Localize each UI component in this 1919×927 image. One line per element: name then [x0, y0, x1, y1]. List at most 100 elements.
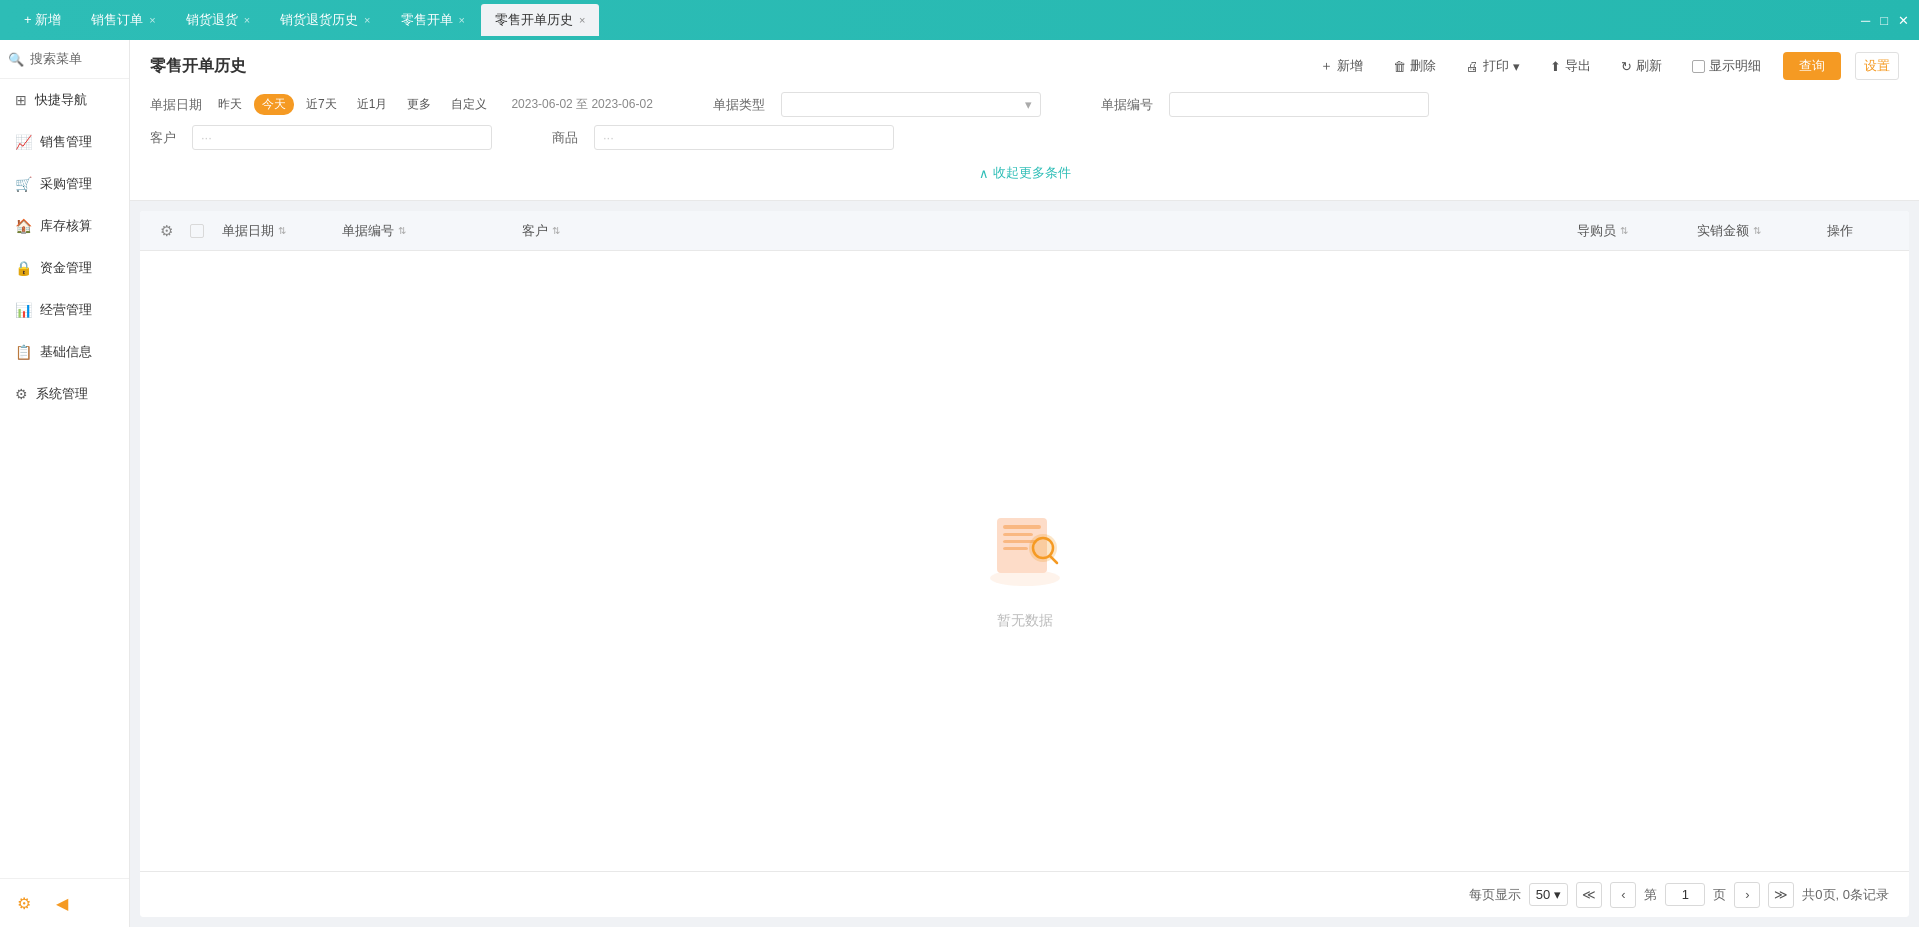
- tab-home[interactable]: + 新增: [10, 4, 75, 36]
- th-customer[interactable]: 客户 ⇅: [514, 222, 1569, 240]
- refresh-icon: ↻: [1621, 59, 1632, 74]
- th-guide[interactable]: 导购员 ⇅: [1569, 222, 1689, 240]
- collapse-up-icon: ∧: [979, 166, 989, 181]
- date-opt-more[interactable]: 更多: [399, 94, 439, 115]
- product-dots: ···: [603, 130, 614, 145]
- sidebar-item-finance[interactable]: 🔒 资金管理: [0, 247, 129, 289]
- th-amount[interactable]: 实销金额 ⇅: [1689, 222, 1819, 240]
- th-action: 操作: [1819, 222, 1899, 240]
- filter-docnumber-item: 单据编号: [1101, 92, 1429, 117]
- sidebar: 🔍 搜索菜单 ⊞ 快捷导航 📈 销售管理 🛒 采购管理 🏠 库存核算 🔒 资金管…: [0, 40, 130, 927]
- date-opt-7days[interactable]: 近7天: [298, 94, 345, 115]
- page-input[interactable]: [1665, 883, 1705, 906]
- tab-retail-bill-history-close[interactable]: ×: [579, 14, 585, 26]
- next-page-btn[interactable]: ›: [1734, 882, 1760, 908]
- sidebar-item-quick-nav[interactable]: ⊞ 快捷导航: [0, 79, 129, 121]
- tab-retail-bill-close[interactable]: ×: [459, 14, 465, 26]
- tab-sales-order-label: 销售订单: [91, 11, 143, 29]
- export-icon: ⬆: [1550, 59, 1561, 74]
- tab-sales-order[interactable]: 销售订单 ×: [77, 4, 169, 36]
- last-page-btn[interactable]: ≫: [1768, 882, 1794, 908]
- date-opt-yesterday[interactable]: 昨天: [210, 94, 250, 115]
- sidebar-item-inventory-label: 库存核算: [40, 217, 92, 235]
- th-customer-sort-icon: ⇅: [552, 225, 560, 236]
- doctype-select[interactable]: ▾: [781, 92, 1041, 117]
- display-label: 显示明细: [1709, 57, 1761, 75]
- tab-retail-bill[interactable]: 零售开单 ×: [387, 4, 479, 36]
- date-filter-label: 单据日期: [150, 96, 202, 114]
- search-icon: 🔍: [8, 52, 24, 67]
- th-customer-label: 客户: [522, 222, 548, 240]
- export-button[interactable]: ⬆ 导出: [1542, 53, 1599, 79]
- table-settings-icon[interactable]: ⚙: [158, 217, 174, 245]
- display-checkbox[interactable]: [1692, 60, 1705, 73]
- print-button[interactable]: 🖨 打印 ▾: [1458, 53, 1528, 79]
- pagination: 每页显示 50 ▾ ≪ ‹ 第 页 › ≫: [140, 871, 1909, 917]
- date-opt-today[interactable]: 今天: [254, 94, 294, 115]
- customer-select[interactable]: ···: [192, 125, 492, 150]
- add-button[interactable]: ＋ 新增: [1312, 53, 1371, 79]
- settings-button[interactable]: 设置: [1855, 52, 1899, 80]
- collapse-label: 收起更多条件: [993, 164, 1071, 182]
- query-button[interactable]: 查询: [1783, 52, 1841, 80]
- maximize-btn[interactable]: □: [1880, 13, 1888, 28]
- filter-doctype-item: 单据类型 ▾: [713, 92, 1041, 117]
- minimize-btn[interactable]: ─: [1861, 13, 1870, 28]
- sidebar-item-operation[interactable]: 📊 经营管理: [0, 289, 129, 331]
- tab-return[interactable]: 销货退货 ×: [172, 4, 264, 36]
- sidebar-item-operation-label: 经营管理: [40, 301, 92, 319]
- prev-page-btn[interactable]: ‹: [1610, 882, 1636, 908]
- docnumber-input[interactable]: [1169, 92, 1429, 117]
- display-detail-button[interactable]: 显示明细: [1684, 53, 1769, 79]
- empty-illustration: [975, 493, 1075, 596]
- first-page-btn[interactable]: ≪: [1576, 882, 1602, 908]
- th-guide-label: 导购员: [1577, 222, 1616, 240]
- refresh-button[interactable]: ↻ 刷新: [1613, 53, 1670, 79]
- th-number-label: 单据编号: [342, 222, 394, 240]
- product-select[interactable]: ···: [594, 125, 894, 150]
- select-all-checkbox[interactable]: [190, 224, 204, 238]
- svg-rect-2: [1003, 525, 1041, 529]
- close-btn[interactable]: ✕: [1898, 13, 1909, 28]
- main-layout: 🔍 搜索菜单 ⊞ 快捷导航 📈 销售管理 🛒 采购管理 🏠 库存核算 🔒 资金管…: [0, 40, 1919, 927]
- per-page-select[interactable]: 50 ▾: [1529, 883, 1568, 906]
- sidebar-item-purchase-mgmt[interactable]: 🛒 采购管理: [0, 163, 129, 205]
- refresh-label: 刷新: [1636, 57, 1662, 75]
- sidebar-search[interactable]: 🔍 搜索菜单: [0, 40, 129, 79]
- sidebar-item-inventory[interactable]: 🏠 库存核算: [0, 205, 129, 247]
- tab-sales-order-close[interactable]: ×: [149, 14, 155, 26]
- th-number[interactable]: 单据编号 ⇅: [334, 222, 514, 240]
- customer-dots: ···: [201, 130, 212, 145]
- filter-customer-item: 客户 ···: [150, 125, 492, 150]
- date-opt-custom[interactable]: 自定义: [443, 94, 495, 115]
- sidebar-item-base-info-label: 基础信息: [40, 343, 92, 361]
- date-options: 昨天 今天 近7天 近1月 更多 自定义: [210, 94, 495, 115]
- operation-icon: 📊: [15, 302, 32, 318]
- sidebar-settings-btn[interactable]: ⚙: [10, 889, 38, 917]
- sidebar-search-label: 搜索菜单: [30, 50, 82, 68]
- th-settings: ⚙: [150, 217, 182, 245]
- page-header: 零售开单历史 ＋ 新增 🗑 删除 🖨 打印 ▾: [130, 40, 1919, 201]
- sidebar-collapse-btn[interactable]: ◀: [48, 889, 76, 917]
- delete-button[interactable]: 🗑 删除: [1385, 53, 1444, 79]
- date-opt-1month[interactable]: 近1月: [349, 94, 396, 115]
- tab-return-close[interactable]: ×: [244, 14, 250, 26]
- settings-label: 设置: [1864, 57, 1890, 75]
- tab-retail-bill-history-label: 零售开单历史: [495, 11, 573, 29]
- sidebar-item-sales-mgmt[interactable]: 📈 销售管理: [0, 121, 129, 163]
- empty-svg: [975, 493, 1075, 593]
- tab-retail-bill-history[interactable]: 零售开单历史 ×: [481, 4, 599, 36]
- tab-return-history-close[interactable]: ×: [364, 14, 370, 26]
- print-label: 打印: [1483, 57, 1509, 75]
- sys-mgmt-icon: ⚙: [15, 386, 28, 402]
- tab-return-history[interactable]: 销货退货历史 ×: [266, 4, 384, 36]
- collapse-btn[interactable]: ∧ 收起更多条件: [979, 160, 1071, 186]
- page-unit: 页: [1713, 886, 1726, 904]
- filter-row-1: 单据日期 昨天 今天 近7天 近1月 更多 自定义 2023-06-02 至 2…: [150, 92, 1899, 117]
- add-label: 新增: [1337, 57, 1363, 75]
- add-icon: ＋: [1320, 57, 1333, 75]
- th-guide-sort-icon: ⇅: [1620, 225, 1628, 236]
- sidebar-item-sys-mgmt[interactable]: ⚙ 系统管理: [0, 373, 129, 415]
- th-date[interactable]: 单据日期 ⇅: [214, 222, 334, 240]
- sidebar-item-base-info[interactable]: 📋 基础信息: [0, 331, 129, 373]
